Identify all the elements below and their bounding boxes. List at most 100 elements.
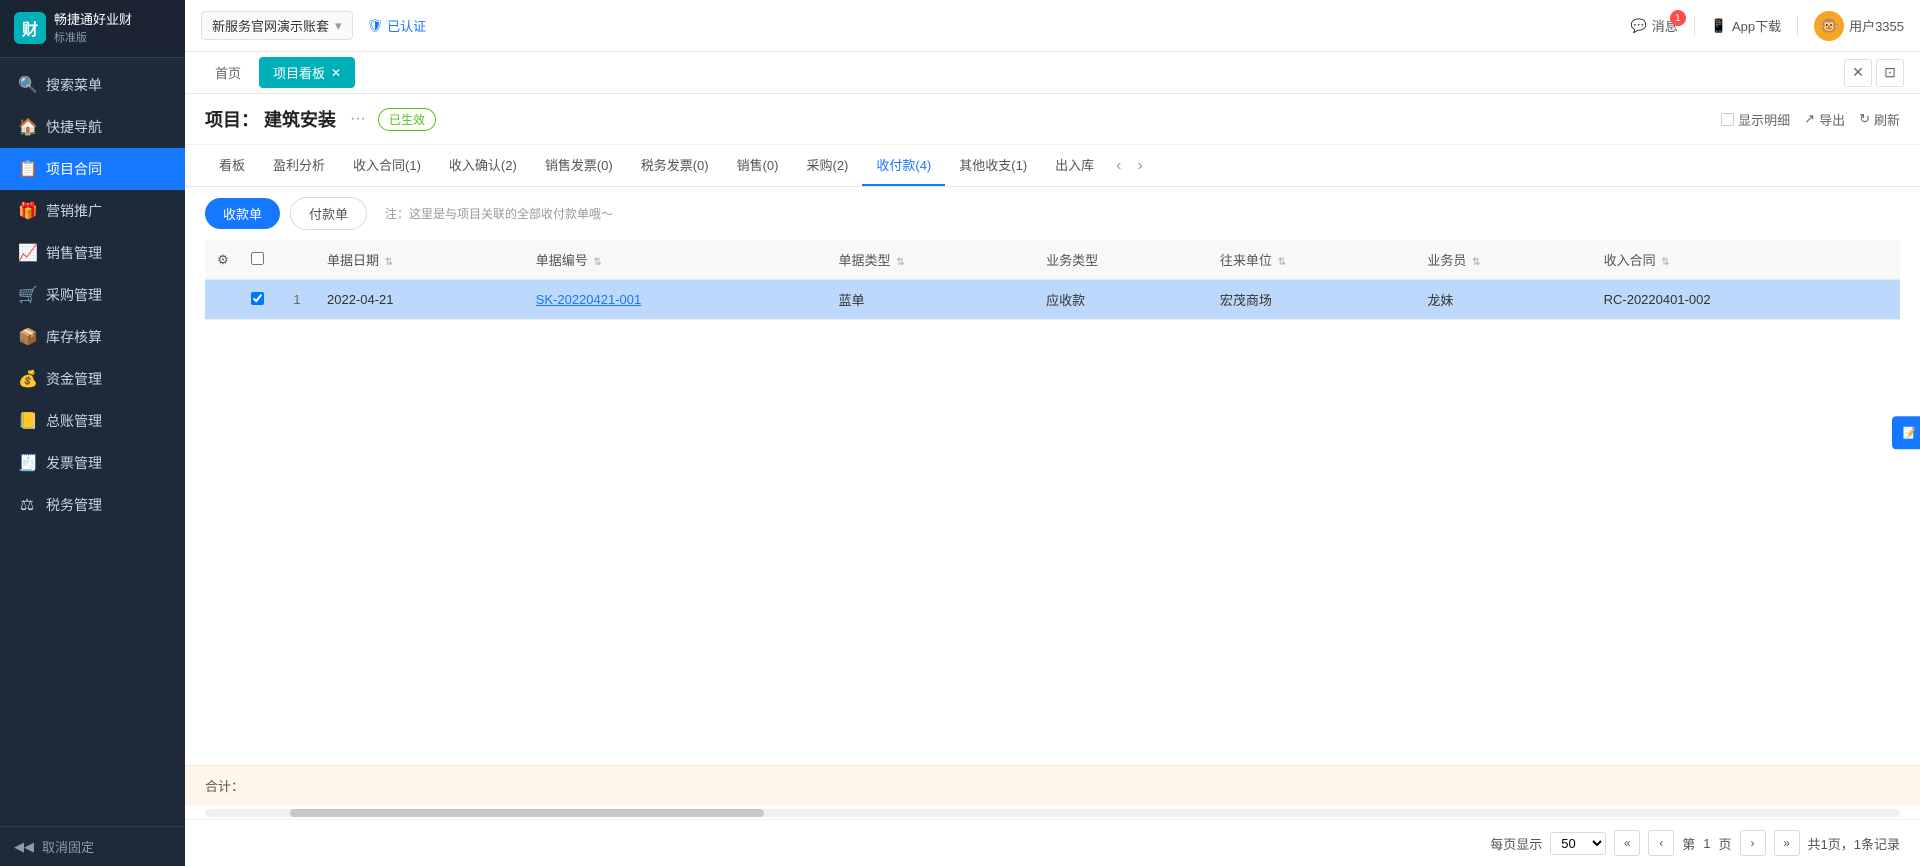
row-type: 蓝单 [829, 280, 1037, 320]
row-biz-type: 应收款 [1036, 280, 1210, 320]
sidebar-item-tax[interactable]: ⚖ 税务管理 [0, 484, 185, 526]
right-float-button[interactable]: 📝 [1892, 416, 1920, 449]
app-version: 标准版 [54, 29, 132, 45]
row-checkbox[interactable] [251, 292, 264, 305]
show-detail-label: 显示明细 [1738, 110, 1790, 129]
tab-maximize-button[interactable]: ⊡ [1876, 59, 1904, 87]
sub-tab-other-expense[interactable]: 其他收支(1) [945, 145, 1041, 186]
scrollbar-thumb[interactable] [290, 809, 765, 817]
sidebar-item-label: 营销推广 [46, 201, 102, 221]
show-detail-checkbox[interactable]: 显示明细 [1721, 110, 1790, 129]
content-area: 项目： 建筑安装 ··· 已生效 显示明细 ↗ 导出 ↻ 刷新 [185, 94, 1920, 866]
sidebar-item-fund[interactable]: 💰 资金管理 [0, 358, 185, 400]
sub-tab-sales[interactable]: 销售(0) [723, 145, 793, 186]
sub-tab-next-arrow[interactable]: › [1130, 151, 1151, 181]
phone-icon: 📱 [1711, 18, 1727, 34]
table-select-all[interactable] [251, 252, 264, 265]
receipt-bill-tab[interactable]: 收款单 [205, 198, 280, 229]
per-page-label: 每页显示 [1490, 834, 1542, 853]
tab-close-button[interactable]: ✕ [1844, 59, 1872, 87]
refresh-button[interactable]: ↻ 刷新 [1859, 110, 1900, 129]
project-status-badge: 已生效 [378, 108, 436, 131]
sidebar-unpin-label: 取消固定 [42, 837, 94, 856]
sidebar-item-marketing[interactable]: 🎁 营销推广 [0, 190, 185, 232]
tab-home[interactable]: 首页 [201, 57, 255, 88]
page-prev-button[interactable]: ‹ [1648, 830, 1674, 856]
sub-tab-income-confirm[interactable]: 收入确认(2) [435, 145, 531, 186]
sub-tab-purchase[interactable]: 采购(2) [792, 145, 862, 186]
table-biz-type-col: 业务类型 [1036, 240, 1210, 280]
sidebar-item-search[interactable]: 🔍 搜索菜单 [0, 64, 185, 106]
page-next-button[interactable]: › [1740, 830, 1766, 856]
project-more-button[interactable]: ··· [350, 110, 366, 128]
row-partner: 宏茂商场 [1210, 280, 1418, 320]
table-gear-col[interactable]: ⚙ [205, 240, 241, 280]
table-code-col[interactable]: 单据编号 ⇅ [526, 240, 829, 280]
search-icon: 🔍 [18, 75, 36, 95]
row-gear [205, 280, 241, 320]
topbar-divider2 [1797, 16, 1798, 36]
table-wrapper: ⚙ 单据日期 ⇅ 单据编号 ⇅ [185, 240, 1920, 765]
sidebar-item-sales-mgmt[interactable]: 📈 销售管理 [0, 232, 185, 274]
sidebar-item-ledger[interactable]: 📒 总账管理 [0, 400, 185, 442]
row-code[interactable]: SK-20220421-001 [526, 280, 829, 320]
sidebar-item-project-contract[interactable]: 📋 项目合同 [0, 148, 185, 190]
sub-tab-tax-invoice[interactable]: 税务发票(0) [627, 145, 723, 186]
message-badge: 1 [1670, 10, 1686, 26]
page-current: 1 [1703, 836, 1710, 851]
row-income-contract: RC-20220401-002 [1594, 280, 1900, 320]
receipt-note: 注：这里是与项目关联的全部收付款单哦～ [385, 205, 613, 222]
topbar-left: 新服务官网演示账套 ▾ 🛡 已认证 [201, 11, 1631, 40]
sales-icon: 📈 [18, 243, 36, 263]
per-page-select[interactable]: 50 100 200 [1550, 832, 1606, 855]
sidebar-item-invoice[interactable]: 🧾 发票管理 [0, 442, 185, 484]
checkbox-icon[interactable] [1721, 113, 1734, 126]
right-float-icon: 📝 [1903, 426, 1915, 439]
page-first-button[interactable]: « [1614, 830, 1640, 856]
topbar-divider [1694, 16, 1695, 36]
page-last-button[interactable]: » [1774, 830, 1800, 856]
table-date-col[interactable]: 单据日期 ⇅ [317, 240, 526, 280]
sidebar-item-label: 总账管理 [46, 411, 102, 431]
app-download-button[interactable]: 📱 App下载 [1711, 16, 1781, 35]
sub-tab-sales-invoice[interactable]: 销售发票(0) [531, 145, 627, 186]
summary-label: 合计： [205, 779, 244, 794]
sort-icon: ⇅ [1472, 257, 1480, 268]
row-check[interactable] [241, 280, 277, 320]
receipt-table: ⚙ 单据日期 ⇅ 单据编号 ⇅ [205, 240, 1900, 320]
message-button[interactable]: 💬 消息 1 [1631, 16, 1678, 35]
sidebar-unpin[interactable]: ◀◀ 取消固定 [0, 826, 185, 866]
table-salesman-col[interactable]: 业务员 ⇅ [1417, 240, 1593, 280]
tab-project-board-label: 项目看板 [273, 63, 325, 82]
user-menu[interactable]: 🐵 用户3355 [1814, 11, 1904, 41]
ledger-icon: 📒 [18, 411, 36, 431]
sub-tab-prev-arrow[interactable]: ‹ [1108, 151, 1129, 181]
btn-row: 收款单 付款单 注：这里是与项目关联的全部收付款单哦～ [185, 187, 1920, 240]
row-code-link[interactable]: SK-20220421-001 [536, 292, 642, 307]
sub-tab-income-contract[interactable]: 收入合同(1) [339, 145, 435, 186]
sidebar-item-quick-nav[interactable]: 🏠 快捷导航 [0, 106, 185, 148]
demo-account-selector[interactable]: 新服务官网演示账套 ▾ [201, 11, 353, 40]
tab-project-board[interactable]: 项目看板 ✕ [259, 57, 355, 88]
pin-icon: ◀◀ [14, 839, 34, 855]
sub-tab-kanban[interactable]: 看板 [205, 145, 259, 186]
table-type-col[interactable]: 单据类型 ⇅ [829, 240, 1037, 280]
sidebar-item-label: 搜索菜单 [46, 75, 102, 95]
shield-icon: 🛡 [367, 18, 384, 34]
payment-bill-tab[interactable]: 付款单 [290, 197, 367, 230]
table-income-contract-col[interactable]: 收入合同 ⇅ [1594, 240, 1900, 280]
sub-tab-profit[interactable]: 盈利分析 [259, 145, 339, 186]
export-button[interactable]: ↗ 导出 [1804, 110, 1845, 129]
table-partner-col[interactable]: 往来单位 ⇅ [1210, 240, 1418, 280]
app-logo-icon: 财 [14, 12, 46, 44]
money-icon: 💰 [18, 369, 36, 389]
table-row[interactable]: 1 2022-04-21 SK-20220421-001 蓝单 应收款 宏茂商场… [205, 280, 1900, 320]
sidebar-item-label: 资金管理 [46, 369, 102, 389]
sidebar-item-inventory[interactable]: 📦 库存核算 [0, 316, 185, 358]
sidebar-item-purchase-mgmt[interactable]: 🛒 采购管理 [0, 274, 185, 316]
table-num-col [277, 240, 317, 280]
tab-close-icon[interactable]: ✕ [331, 66, 341, 80]
sub-tab-receipt[interactable]: 收付款(4) [862, 145, 945, 186]
sub-tab-inout[interactable]: 出入库 [1041, 145, 1108, 186]
horizontal-scrollbar[interactable] [185, 805, 1920, 819]
